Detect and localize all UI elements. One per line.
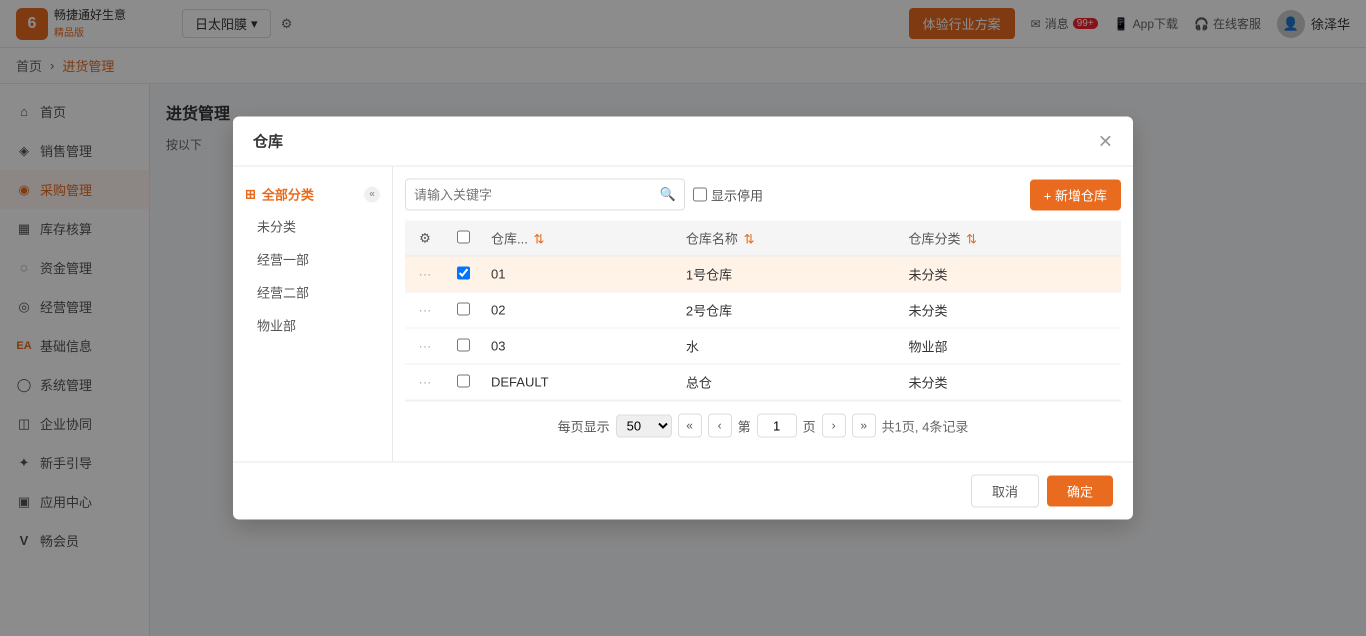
page-label: 第 — [738, 416, 751, 435]
category-all[interactable]: ⊞ 全部分类 « — [233, 179, 392, 210]
cell-category: 未分类 — [898, 256, 1121, 292]
row-checkbox[interactable] — [457, 266, 470, 279]
th-name: 仓库名称 ⇅ — [676, 221, 899, 257]
table-row[interactable]: ··· 01 1号仓库 未分类 — [405, 256, 1121, 292]
cell-checkbox[interactable] — [445, 256, 481, 292]
cell-name: 1号仓库 — [676, 256, 899, 292]
cell-category: 物业部 — [898, 328, 1121, 364]
search-icon: 🔍 — [660, 187, 676, 203]
th-settings: ⚙ — [405, 221, 445, 257]
sort-category-icon[interactable]: ⇅ — [966, 232, 977, 247]
per-page-select[interactable]: 50 10 20 100 — [616, 414, 672, 437]
cell-more[interactable]: ··· — [405, 328, 445, 364]
confirm-button[interactable]: 确定 — [1047, 476, 1113, 507]
cell-code: DEFAULT — [481, 364, 676, 400]
show-disabled-label: 显示停用 — [711, 185, 763, 204]
cell-more[interactable]: ··· — [405, 256, 445, 292]
page-suffix: 页 — [803, 416, 816, 435]
cell-checkbox[interactable] — [445, 328, 481, 364]
add-warehouse-button[interactable]: + 新增仓库 — [1030, 179, 1121, 210]
th-category-label: 仓库分类 — [908, 232, 960, 247]
table-row[interactable]: ··· 02 2号仓库 未分类 — [405, 292, 1121, 328]
dialog-close-button[interactable]: ✕ — [1098, 132, 1113, 150]
more-icon[interactable]: ··· — [419, 303, 432, 318]
cell-category: 未分类 — [898, 292, 1121, 328]
table-header-row: ⚙ 仓库... ⇅ 仓库名称 ⇅ — [405, 221, 1121, 257]
dialog-body: ⊞ 全部分类 « 未分类 经营一部 经营二部 物业部 — [233, 167, 1133, 462]
row-checkbox[interactable] — [457, 338, 470, 351]
dialog-header: 仓库 ✕ — [233, 117, 1133, 167]
grid-icon: ⊞ — [245, 186, 256, 202]
category-item-property[interactable]: 物业部 — [233, 309, 392, 342]
search-box: 🔍 — [405, 179, 685, 211]
prev-page-button[interactable]: ‹ — [708, 414, 732, 438]
cell-name: 水 — [676, 328, 899, 364]
category-all-label: 全部分类 — [262, 185, 314, 204]
search-input[interactable] — [414, 187, 660, 202]
th-checkbox — [445, 221, 481, 257]
th-category: 仓库分类 ⇅ — [898, 221, 1121, 257]
show-disabled-checkbox[interactable] — [693, 188, 707, 202]
select-all-checkbox[interactable] — [457, 230, 470, 243]
cell-checkbox[interactable] — [445, 292, 481, 328]
total-info: 共1页, 4条记录 — [882, 416, 969, 435]
category-item-ops2[interactable]: 经营二部 — [233, 276, 392, 309]
dialog-title: 仓库 — [253, 131, 283, 152]
cell-category: 未分类 — [898, 364, 1121, 400]
table-toolbar: 🔍 显示停用 + 新增仓库 — [405, 179, 1121, 211]
cell-name: 2号仓库 — [676, 292, 899, 328]
table-row[interactable]: ··· 03 水 物业部 — [405, 328, 1121, 364]
category-item-ops1[interactable]: 经营一部 — [233, 243, 392, 276]
cell-more[interactable]: ··· — [405, 364, 445, 400]
warehouse-dialog: 仓库 ✕ ⊞ 全部分类 « 未分类 经营一部 经营二部 物业部 — [233, 117, 1133, 520]
category-item-uncategorized[interactable]: 未分类 — [233, 210, 392, 243]
th-code: 仓库... ⇅ — [481, 221, 676, 257]
cancel-button[interactable]: 取消 — [971, 475, 1039, 508]
next-page-button[interactable]: › — [822, 414, 846, 438]
dialog-footer: 取消 确定 — [233, 462, 1133, 520]
row-checkbox[interactable] — [457, 374, 470, 387]
warehouse-table: ⚙ 仓库... ⇅ 仓库名称 ⇅ — [405, 221, 1121, 401]
category-panel: ⊞ 全部分类 « 未分类 经营一部 经营二部 物业部 — [233, 167, 393, 462]
cell-name: 总仓 — [676, 364, 899, 400]
table-panel: 🔍 显示停用 + 新增仓库 ⚙ — [393, 167, 1133, 462]
th-name-label: 仓库名称 — [686, 232, 738, 247]
cell-code: 02 — [481, 292, 676, 328]
settings-icon: ⚙ — [419, 230, 431, 245]
sort-name-icon[interactable]: ⇅ — [744, 232, 755, 247]
cell-code: 01 — [481, 256, 676, 292]
cell-more[interactable]: ··· — [405, 292, 445, 328]
cell-checkbox[interactable] — [445, 364, 481, 400]
pagination: 每页显示 50 10 20 100 « ‹ 第 页 › » 共1页, 4条记录 — [405, 401, 1121, 450]
th-code-label: 仓库... — [491, 232, 528, 247]
table-row[interactable]: ··· DEFAULT 总仓 未分类 — [405, 364, 1121, 400]
more-icon[interactable]: ··· — [419, 267, 432, 282]
collapse-button[interactable]: « — [364, 186, 380, 202]
last-page-button[interactable]: » — [852, 414, 876, 438]
sort-code-icon[interactable]: ⇅ — [533, 232, 544, 247]
table-container: ⚙ 仓库... ⇅ 仓库名称 ⇅ — [405, 221, 1121, 401]
per-page-label: 每页显示 — [558, 416, 610, 435]
row-checkbox[interactable] — [457, 302, 470, 315]
more-icon[interactable]: ··· — [419, 375, 432, 390]
first-page-button[interactable]: « — [678, 414, 702, 438]
show-disabled-toggle[interactable]: 显示停用 — [693, 185, 763, 204]
cell-code: 03 — [481, 328, 676, 364]
page-number-input[interactable] — [757, 414, 797, 438]
more-icon[interactable]: ··· — [419, 339, 432, 354]
